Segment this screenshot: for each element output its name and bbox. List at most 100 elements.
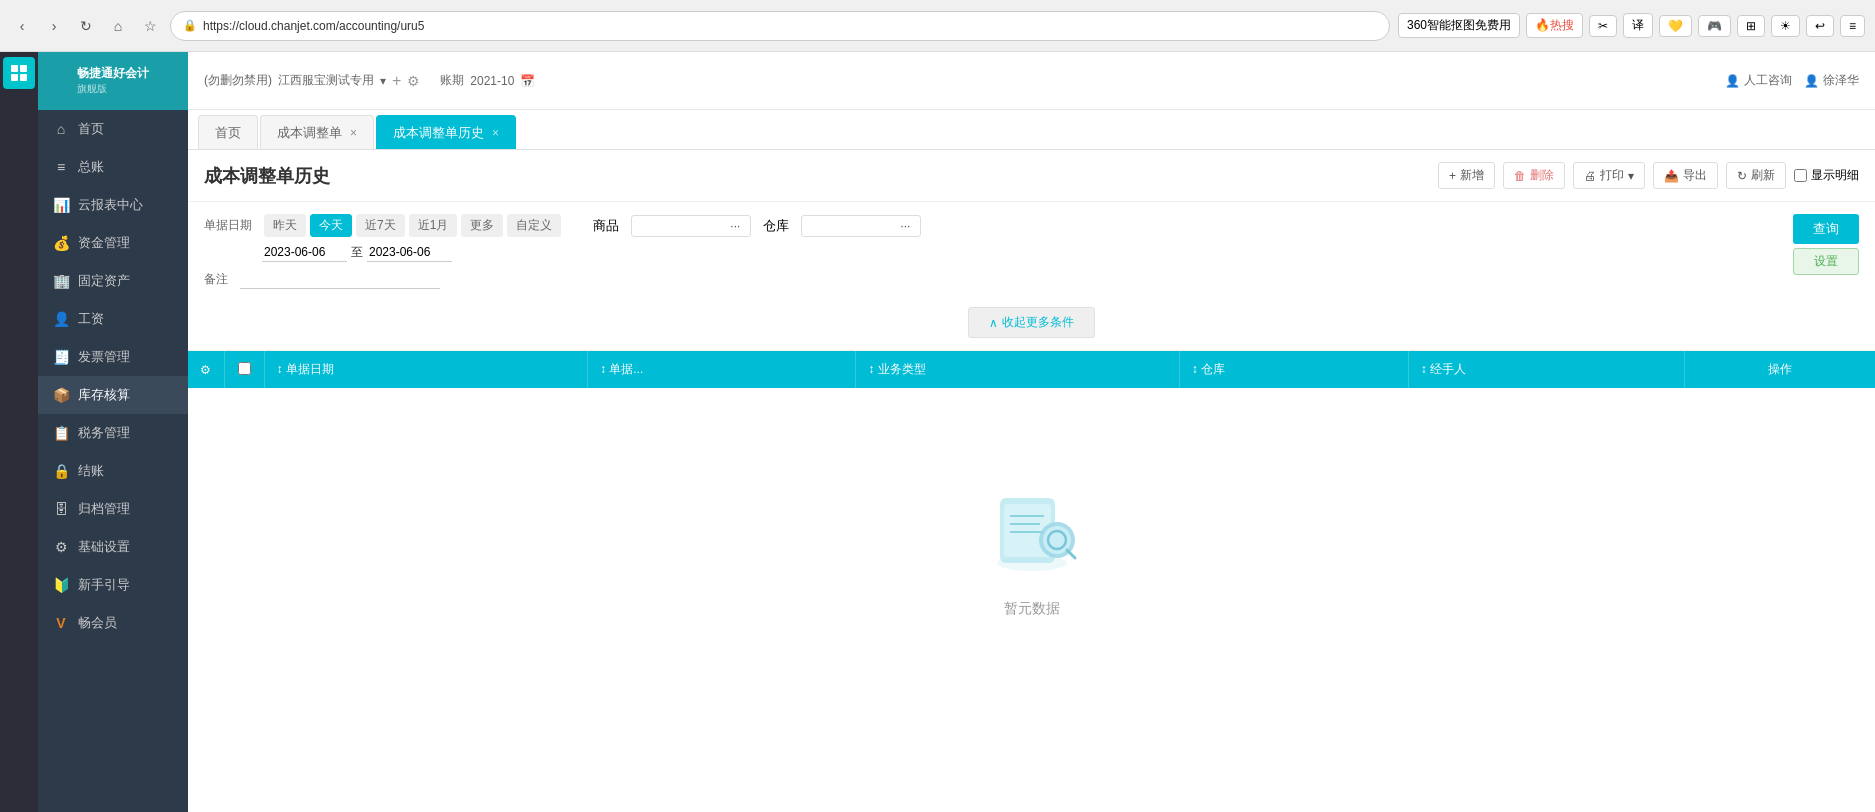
date-from-input[interactable] (262, 243, 347, 262)
guide-icon: 🔰 (52, 577, 70, 593)
game-btn[interactable]: 🎮 (1698, 15, 1731, 37)
company-settings-icon[interactable]: ⚙ (407, 73, 420, 89)
th-number-label: ↕ 单据... (600, 362, 643, 376)
company-selector[interactable]: (勿删勿禁用) 江西服宝测试专用 ▾ + ⚙ (204, 72, 420, 90)
search-tool-btn[interactable]: 360智能抠图免费用 (1398, 13, 1520, 38)
sidebar-label-ledger: 总账 (78, 158, 104, 176)
sidebar-item-reports[interactable]: 📊 云报表中心 (38, 186, 188, 224)
translate-btn[interactable]: 译 (1623, 13, 1653, 38)
tab-cost-adjust-close[interactable]: × (350, 126, 357, 140)
settings-button[interactable]: 设置 (1793, 248, 1859, 275)
refresh-btn[interactable]: ↻ 刷新 (1726, 162, 1786, 189)
table-container: ⚙ ↕ 单据日期 ↕ 单据... ↕ 业务类型 (188, 351, 1875, 698)
th-checkbox[interactable] (224, 351, 264, 388)
refresh-label: 刷新 (1751, 167, 1775, 184)
service-btn[interactable]: 👤 人工咨询 (1725, 72, 1792, 89)
print-btn[interactable]: 🖨 打印 ▾ (1573, 162, 1645, 189)
tab-cost-adjust-history[interactable]: 成本调整单历史 × (376, 115, 516, 149)
sidebar: 畅捷通好会计 旗舰版 ⌂ 首页 ≡ 总账 📊 云报表中心 💰 资金管理 🏢 (38, 52, 188, 812)
th-date[interactable]: ↕ 单据日期 (264, 351, 587, 388)
company-add-icon[interactable]: + (392, 72, 401, 90)
goods-label: 商品 (593, 217, 619, 235)
display-cols-input[interactable] (1794, 169, 1807, 182)
fixed-assets-icon: 🏢 (52, 273, 70, 289)
export-btn[interactable]: 📤 导出 (1653, 162, 1718, 189)
close-period-icon: 🔒 (52, 463, 70, 479)
ledger-icon: ≡ (52, 159, 70, 175)
url-bar[interactable]: 🔒 https://cloud.chanjet.com/accounting/u… (170, 11, 1390, 41)
back-button[interactable]: ‹ (10, 14, 34, 38)
tab-home-label: 首页 (215, 124, 241, 142)
app-icon-active[interactable] (3, 57, 35, 89)
sidebar-item-fixed-assets[interactable]: 🏢 固定资产 (38, 262, 188, 300)
funds-icon: 💰 (52, 235, 70, 251)
display-cols-checkbox[interactable]: 显示明细 (1794, 167, 1859, 184)
new-btn[interactable]: + 新增 (1438, 162, 1495, 189)
archive-icon: 🗄 (52, 501, 70, 517)
logo-name: 畅捷通好会计 (77, 66, 149, 82)
undo-btn[interactable]: ↩ (1806, 15, 1834, 37)
th-settings[interactable]: ⚙ (188, 351, 224, 388)
tab-home[interactable]: 首页 (198, 115, 258, 149)
date-btn-more[interactable]: 更多 (461, 214, 503, 237)
sidebar-label-salary: 工资 (78, 310, 104, 328)
app-container: 畅捷通好会计 旗舰版 ⌂ 首页 ≡ 总账 📊 云报表中心 💰 资金管理 🏢 (0, 52, 1875, 812)
date-range-separator: 至 (351, 244, 363, 261)
notes-input[interactable] (240, 270, 440, 289)
date-btn-custom[interactable]: 自定义 (507, 214, 561, 237)
sidebar-item-inventory[interactable]: 📦 库存核算 (38, 376, 188, 414)
period-selector[interactable]: 账期 2021-10 📅 (440, 72, 535, 89)
sidebar-item-tax[interactable]: 📋 税务管理 (38, 414, 188, 452)
date-btn-today[interactable]: 今天 (310, 214, 352, 237)
goods-selector[interactable]: ··· (631, 215, 751, 237)
th-number[interactable]: ↕ 单据... (587, 351, 855, 388)
svg-rect-1 (20, 65, 27, 72)
date-quick-buttons: 昨天 今天 近7天 近1月 更多 自定义 (264, 214, 561, 237)
bookmark-button[interactable]: ☆ (138, 14, 162, 38)
user-btn[interactable]: 👤 徐泽华 (1804, 72, 1859, 89)
sidebar-label-reports: 云报表中心 (78, 196, 143, 214)
home-button[interactable]: ⌂ (106, 14, 130, 38)
display-cols-label: 显示明细 (1811, 167, 1859, 184)
sidebar-item-funds[interactable]: 💰 资金管理 (38, 224, 188, 262)
page-actions: + 新增 🗑 删除 🖨 打印 ▾ 📤 导出 (1438, 162, 1859, 189)
logo-sub: 旗舰版 (77, 82, 149, 96)
select-all-checkbox[interactable] (238, 362, 251, 375)
date-to-input[interactable] (367, 243, 452, 262)
sidebar-item-settings[interactable]: ⚙ 基础设置 (38, 528, 188, 566)
sidebar-item-archive[interactable]: 🗄 归档管理 (38, 490, 188, 528)
sun-btn[interactable]: ☀ (1771, 15, 1800, 37)
query-button[interactable]: 查询 (1793, 214, 1859, 244)
sidebar-item-member[interactable]: V 畅会员 (38, 604, 188, 642)
wallet-btn[interactable]: 💛 (1659, 15, 1692, 37)
export-icon: 📤 (1664, 169, 1679, 183)
menu-btn[interactable]: ≡ (1840, 15, 1865, 37)
grid-btn[interactable]: ⊞ (1737, 15, 1765, 37)
hot-btn[interactable]: 🔥热搜 (1526, 13, 1583, 38)
th-handler[interactable]: ↕ 经手人 (1408, 351, 1684, 388)
date-btn-yesterday[interactable]: 昨天 (264, 214, 306, 237)
tab-cost-adjust-history-close[interactable]: × (492, 126, 499, 140)
date-btn-7days[interactable]: 近7天 (356, 214, 405, 237)
scissors-btn[interactable]: ✂ (1589, 15, 1617, 37)
sidebar-item-close[interactable]: 🔒 结账 (38, 452, 188, 490)
forward-button[interactable]: › (42, 14, 66, 38)
sidebar-item-home[interactable]: ⌂ 首页 (38, 110, 188, 148)
sidebar-item-salary[interactable]: 👤 工资 (38, 300, 188, 338)
settings-icon: ⚙ (52, 539, 70, 555)
th-biz-type[interactable]: ↕ 业务类型 (856, 351, 1179, 388)
user-avatar-icon: 👤 (1804, 74, 1819, 88)
delete-btn[interactable]: 🗑 删除 (1503, 162, 1565, 189)
tab-cost-adjust[interactable]: 成本调整单 × (260, 115, 374, 149)
top-bar-right: 👤 人工咨询 👤 徐泽华 (1725, 72, 1859, 89)
new-label: 新增 (1460, 167, 1484, 184)
th-warehouse[interactable]: ↕ 仓库 (1179, 351, 1408, 388)
sidebar-item-guide[interactable]: 🔰 新手引导 (38, 566, 188, 604)
warehouse-selector[interactable]: ··· (801, 215, 921, 237)
sidebar-item-ledger[interactable]: ≡ 总账 (38, 148, 188, 186)
sidebar-item-invoice[interactable]: 🧾 发票管理 (38, 338, 188, 376)
refresh-button[interactable]: ↻ (74, 14, 98, 38)
date-btn-1month[interactable]: 近1月 (409, 214, 458, 237)
collapse-label: 收起更多条件 (1002, 314, 1074, 331)
collapse-button[interactable]: ∧ 收起更多条件 (968, 307, 1095, 338)
